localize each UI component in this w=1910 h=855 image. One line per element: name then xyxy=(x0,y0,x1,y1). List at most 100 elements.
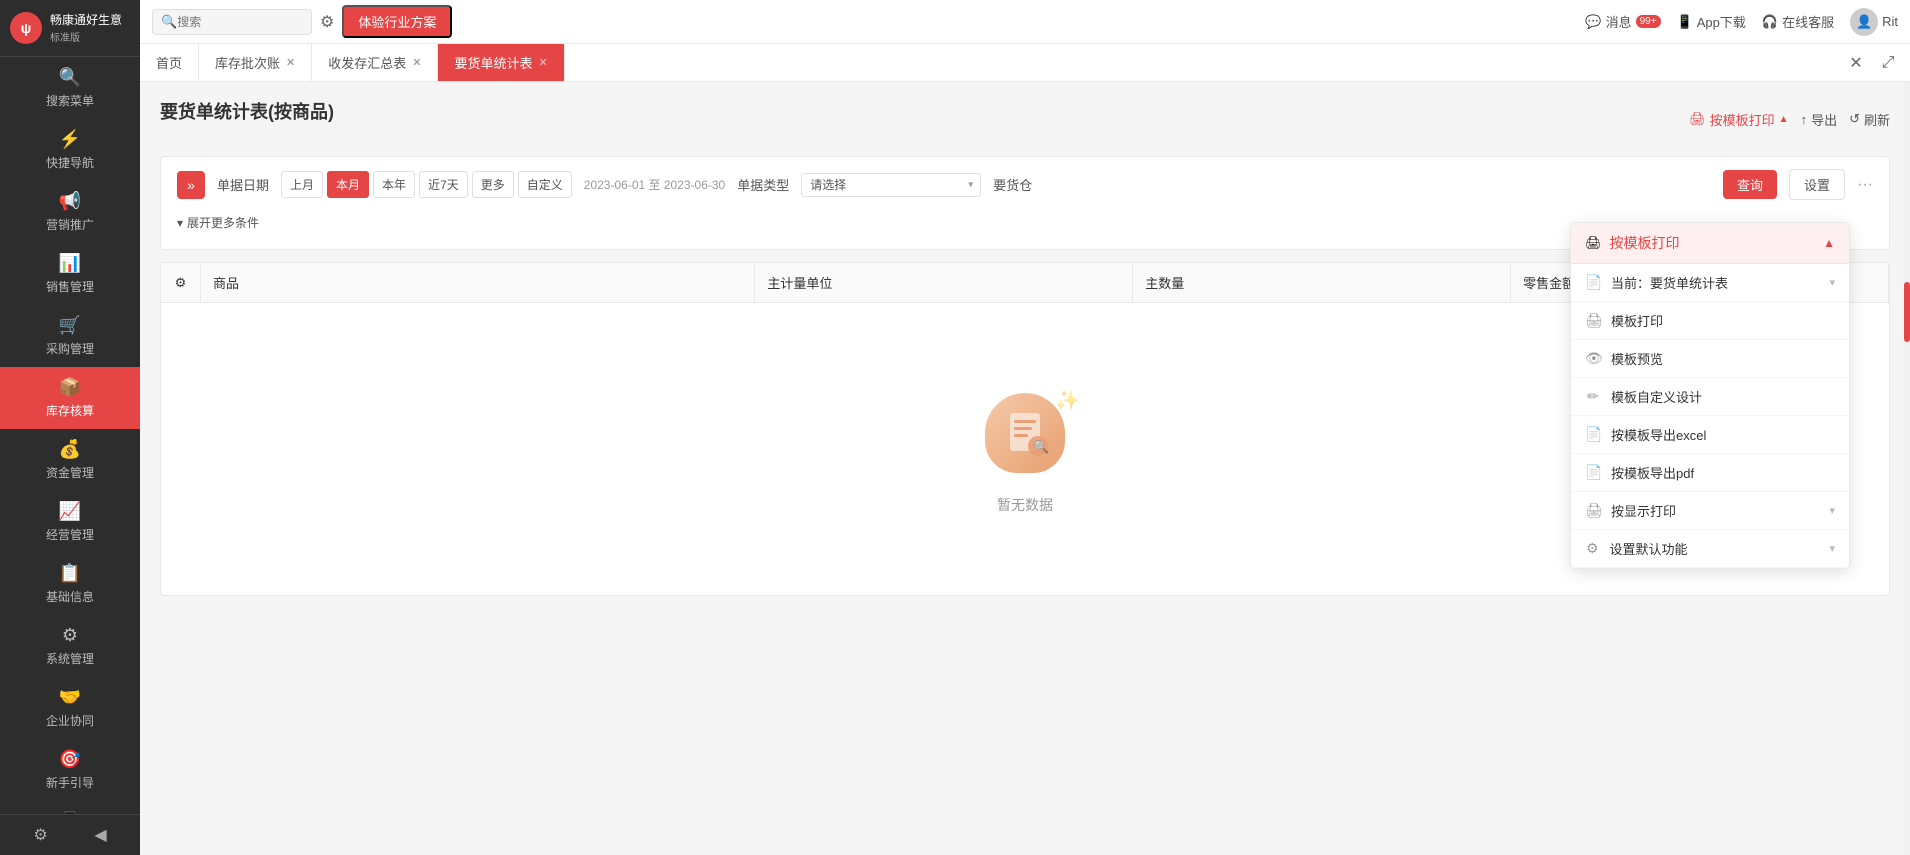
dropdown-template-print[interactable]: 🖨 模板打印 xyxy=(1571,302,1849,340)
sidebar-item-sales[interactable]: 📊 销售管理 xyxy=(0,243,140,305)
print-dropdown-panel: 🖨 按模板打印 ▲ 📄 当前：要货单统计表 ▾ 🖨 模板打印 👁 模板预览 xyxy=(1570,222,1850,569)
query-button[interactable]: 查询 xyxy=(1723,170,1777,199)
date-last-7-days[interactable]: 近7天 xyxy=(419,171,468,198)
search-input[interactable] xyxy=(177,15,297,29)
app-download-button[interactable]: 📱 App下载 xyxy=(1677,12,1746,31)
date-more[interactable]: 更多 xyxy=(472,171,514,198)
tab-expand-window[interactable]: ⤢ xyxy=(1874,49,1902,77)
search-icon: 🔍 xyxy=(161,14,177,30)
search-menu-icon: 🔍 xyxy=(59,67,81,88)
date-prev-month[interactable]: 上月 xyxy=(281,171,323,198)
system-icon: ⚙ xyxy=(62,625,78,646)
sidebar-item-purchase[interactable]: 🛒 采购管理 xyxy=(0,305,140,367)
dropdown-title: 按模板打印 xyxy=(1610,233,1680,253)
print-icon: 🖨 xyxy=(1689,111,1706,127)
tab-order-stats[interactable]: 要货单统计表 ✕ xyxy=(438,44,564,82)
scroll-thumb[interactable] xyxy=(1904,282,1910,342)
setting-button[interactable]: 设置 xyxy=(1789,169,1845,200)
date-current-year[interactable]: 本年 xyxy=(373,171,415,198)
sidebar-item-label: 采购管理 xyxy=(46,340,94,357)
message-icon: 💬 xyxy=(1585,14,1601,30)
sidebar-footer: ⚙ ◀ xyxy=(0,814,140,855)
type-filter-label: 单据类型 xyxy=(737,175,789,194)
sidebar-settings-button[interactable]: ⚙ xyxy=(33,825,47,845)
display-print-sub: 按显示打印 ▾ xyxy=(1611,501,1835,520)
print-chevron-up-icon: ▲ xyxy=(1779,114,1789,125)
tab-inventory-batch[interactable]: 库存批次账 ✕ xyxy=(199,44,312,82)
sidebar-item-system[interactable]: ⚙ 系统管理 xyxy=(0,615,140,677)
set-default-arrow: ▾ xyxy=(1829,542,1835,555)
sidebar-item-app-center[interactable]: 📱 应用中心 xyxy=(0,801,140,814)
online-service-button[interactable]: 🎧 在线客服 xyxy=(1762,12,1834,31)
basics-icon: 📋 xyxy=(59,563,81,584)
filter-toggle-button[interactable]: » xyxy=(177,171,205,199)
dropdown-export-pdf[interactable]: 📄 按模板导出pdf xyxy=(1571,454,1849,492)
sales-icon: 📊 xyxy=(59,253,81,274)
type-select-wrap: 请选择 xyxy=(801,173,981,197)
sidebar-item-operations[interactable]: 📈 经营管理 xyxy=(0,491,140,553)
app-name: 畅康通好生意 xyxy=(50,12,122,29)
sidebar-item-label: 系统管理 xyxy=(46,650,94,667)
tab-inventory-batch-close[interactable]: ✕ xyxy=(286,56,295,69)
message-label: 消息 xyxy=(1606,12,1632,31)
tab-order-stats-label: 要货单统计表 xyxy=(454,53,532,72)
tab-receipt-summary[interactable]: 收发存汇总表 ✕ xyxy=(312,44,438,82)
message-button[interactable]: 💬 消息 99+ xyxy=(1585,12,1660,31)
more-options-button[interactable]: ··· xyxy=(1857,176,1873,194)
sidebar-item-inventory[interactable]: 📦 库存核算 xyxy=(0,367,140,429)
export-excel-label: 按模板导出excel xyxy=(1611,425,1706,444)
th-settings[interactable]: ⚙ xyxy=(161,265,201,301)
user-avatar[interactable]: 👤 Rit xyxy=(1850,8,1898,36)
current-template-arrow: ▾ xyxy=(1829,276,1835,289)
app-version: 标准版 xyxy=(50,29,122,44)
dropdown-close-icon[interactable]: ▲ xyxy=(1823,236,1835,250)
type-select[interactable]: 请选择 xyxy=(801,173,981,197)
topbar-gear-icon[interactable]: ⚙ xyxy=(320,12,334,32)
export-icon: ↑ xyxy=(1801,112,1808,127)
tab-home[interactable]: 首页 xyxy=(140,44,199,82)
export-button[interactable]: ↑ 导出 xyxy=(1801,110,1838,129)
sidebar-item-basics[interactable]: 📋 基础信息 xyxy=(0,553,140,615)
sidebar-item-cooperation[interactable]: 🤝 企业协同 xyxy=(0,677,140,739)
operations-icon: 📈 xyxy=(59,501,81,522)
sidebar-item-search-menu[interactable]: 🔍 搜索菜单 xyxy=(0,57,140,119)
tab-close-window[interactable]: ✕ xyxy=(1842,49,1870,77)
set-default-label: 设置默认功能 xyxy=(1609,539,1687,558)
sidebar-item-marketing[interactable]: 📢 营销推广 xyxy=(0,181,140,243)
sidebar-item-label: 新手引导 xyxy=(46,774,94,791)
dropdown-current-template[interactable]: 📄 当前：要货单统计表 ▾ xyxy=(1571,264,1849,302)
toggle-icon: » xyxy=(187,177,195,193)
refresh-button[interactable]: ↺ 刷新 xyxy=(1849,110,1890,129)
date-current-month[interactable]: 本月 xyxy=(327,171,369,198)
dropdown-set-default[interactable]: ⚙ 设置默认功能 ▾ xyxy=(1571,530,1849,568)
topbar: 🔍 ⚙ 体验行业方案 💬 消息 99+ 📱 App下载 🎧 在线客服 👤 Rit xyxy=(140,0,1910,44)
date-options: 上月 本月 本年 近7天 更多 自定义 xyxy=(281,171,572,198)
sidebar-item-quick-nav[interactable]: ⚡ 快捷导航 xyxy=(0,119,140,181)
dropdown-display-print[interactable]: 🖨 按显示打印 ▾ xyxy=(1571,492,1849,530)
inventory-icon: 📦 xyxy=(59,377,81,398)
dropdown-template-design[interactable]: ✏ 模板自定义设计 xyxy=(1571,378,1849,416)
template-preview-icon: 👁 xyxy=(1585,350,1601,367)
current-template-label: 当前：要货单统计表 xyxy=(1611,273,1728,292)
trial-button[interactable]: 体验行业方案 xyxy=(342,5,452,38)
refresh-icon: ↺ xyxy=(1849,111,1860,127)
tab-receipt-summary-close[interactable]: ✕ xyxy=(412,56,421,69)
template-print-label: 模板打印 xyxy=(1611,311,1663,330)
sidebar-item-newbie[interactable]: 🎯 新手引导 xyxy=(0,739,140,801)
sidebar-item-finance[interactable]: 💰 资金管理 xyxy=(0,429,140,491)
dropdown-print-icon: 🖨 xyxy=(1585,235,1602,251)
print-template-button[interactable]: 🖨 按模板打印 ▲ xyxy=(1689,110,1788,129)
th-unit: 主计量单位 xyxy=(755,263,1133,302)
template-design-label: 模板自定义设计 xyxy=(1611,387,1702,406)
tab-order-stats-close[interactable]: ✕ xyxy=(539,56,548,69)
date-custom[interactable]: 自定义 xyxy=(518,171,572,198)
sidebar-item-label: 库存核算 xyxy=(46,402,94,419)
dropdown-template-preview[interactable]: 👁 模板预览 xyxy=(1571,340,1849,378)
topbar-actions: 💬 消息 99+ 📱 App下载 🎧 在线客服 👤 Rit xyxy=(1585,8,1898,36)
sidebar-collapse-button[interactable]: ◀ xyxy=(94,825,106,845)
sidebar-item-label: 经营管理 xyxy=(46,526,94,543)
download-icon: 📱 xyxy=(1677,14,1693,30)
th-goods: 商品 xyxy=(201,263,755,302)
dropdown-export-excel[interactable]: 📄 按模板导出excel xyxy=(1571,416,1849,454)
current-template-sub: 当前：要货单统计表 ▾ xyxy=(1611,273,1835,292)
